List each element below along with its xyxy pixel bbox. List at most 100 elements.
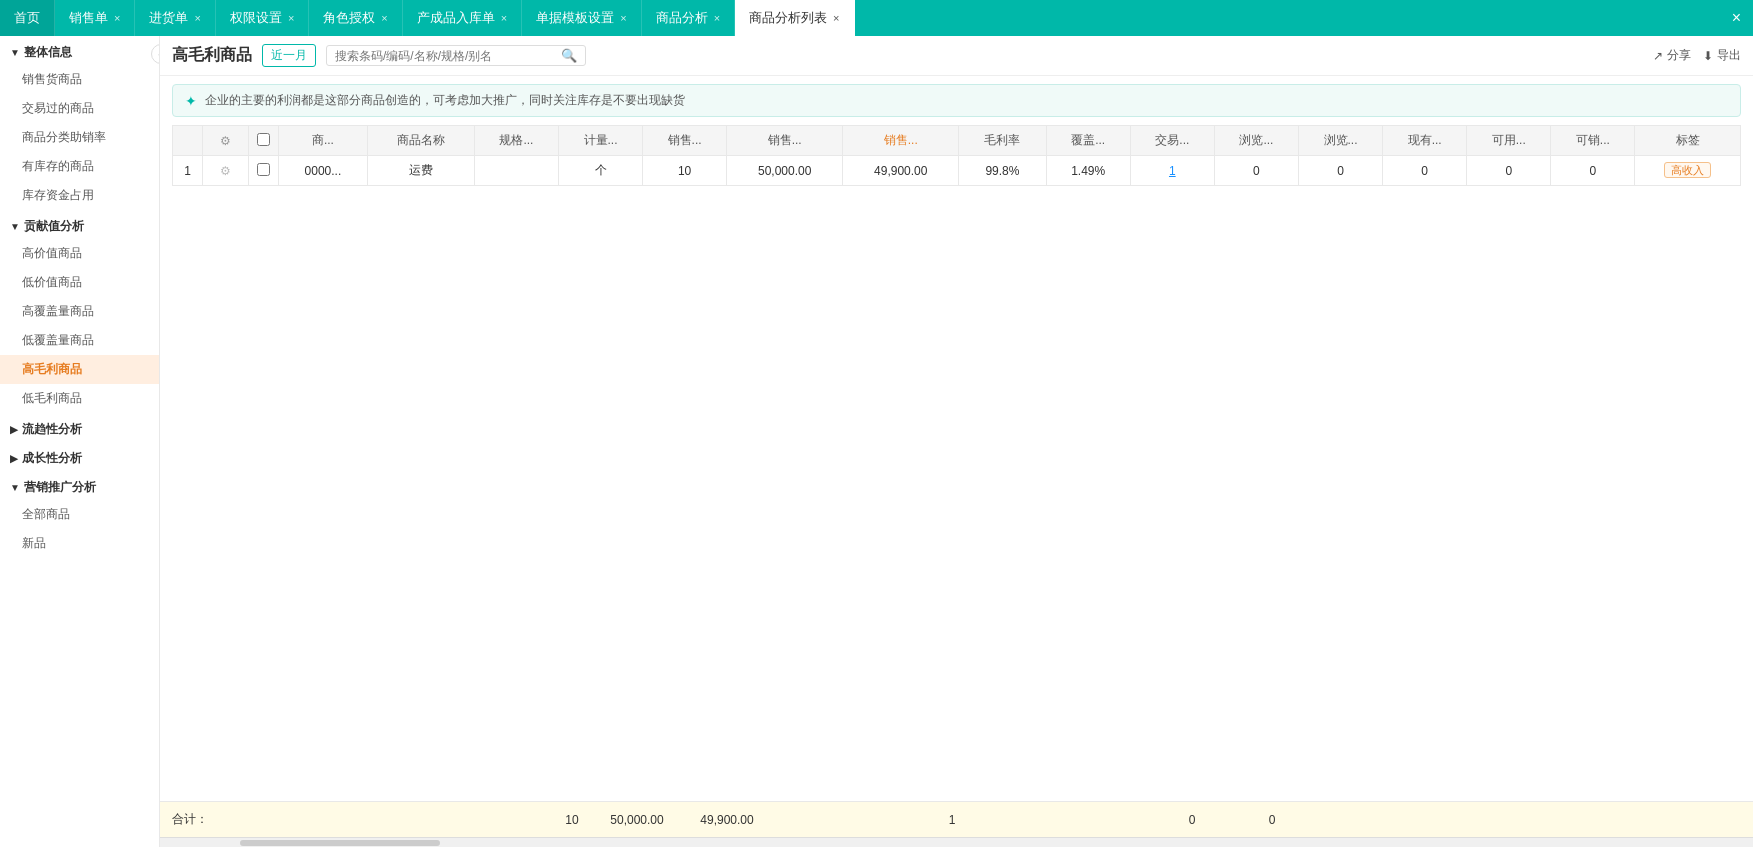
arrow-down-icon-2: ▼ bbox=[10, 221, 20, 232]
col-checkbox bbox=[249, 126, 279, 156]
nav-purchase-label: 进货单 bbox=[149, 9, 188, 27]
share-button[interactable]: ↗ 分享 bbox=[1653, 47, 1691, 64]
nav-sales-close[interactable]: × bbox=[114, 12, 120, 24]
cell-unit: 个 bbox=[558, 156, 642, 186]
col-current-header[interactable]: 现有... bbox=[1383, 126, 1467, 156]
sidebar-item-high-value[interactable]: 高价值商品 bbox=[0, 239, 159, 268]
nav-close-all-button[interactable]: × bbox=[1720, 0, 1753, 36]
sidebar-group-marketing[interactable]: ▼ 营销推广分析 bbox=[0, 471, 159, 500]
export-icon: ⬇ bbox=[1703, 49, 1713, 63]
sidebar-item-new-goods[interactable]: 新品 bbox=[0, 529, 159, 558]
cell-settings[interactable]: ⚙ bbox=[203, 156, 249, 186]
export-button[interactable]: ⬇ 导出 bbox=[1703, 47, 1741, 64]
col-settings[interactable]: ⚙ bbox=[203, 126, 249, 156]
col-sales-cost-header[interactable]: 销售... bbox=[843, 126, 959, 156]
nav-product-in-close[interactable]: × bbox=[501, 12, 507, 24]
col-browse1-header[interactable]: 浏览... bbox=[1214, 126, 1298, 156]
footer-spacer1 bbox=[772, 813, 912, 827]
sidebar-item-all-goods[interactable]: 全部商品 bbox=[0, 500, 159, 529]
nav-purchase-close[interactable]: × bbox=[194, 12, 200, 24]
nav-home-label: 首页 bbox=[14, 9, 40, 27]
col-unit-header[interactable]: 计量... bbox=[558, 126, 642, 156]
nav-analysis-label: 商品分析 bbox=[656, 9, 708, 27]
footer-sales-qty-val: 10 bbox=[552, 813, 592, 827]
cell-transaction[interactable]: 1 bbox=[1130, 156, 1214, 186]
col-available-header[interactable]: 可用... bbox=[1467, 126, 1551, 156]
sidebar-group-growth[interactable]: ▶ 成长性分析 bbox=[0, 442, 159, 471]
share-icon: ↗ bbox=[1653, 49, 1663, 63]
sidebar-item-low-value[interactable]: 低价值商品 bbox=[0, 268, 159, 297]
cell-checkbox[interactable] bbox=[249, 156, 279, 186]
col-code-header[interactable]: 商... bbox=[279, 126, 368, 156]
sidebar-group-flow[interactable]: ▶ 流趋性分析 bbox=[0, 413, 159, 442]
sidebar-item-high-coverage[interactable]: 高覆盖量商品 bbox=[0, 297, 159, 326]
sidebar-item-low-margin[interactable]: 低毛利商品 bbox=[0, 384, 159, 413]
nav-analysis[interactable]: 商品分析 × bbox=[642, 0, 735, 36]
sidebar-item-sales-goods[interactable]: 销售货商品 bbox=[0, 65, 159, 94]
col-saleable-header[interactable]: 可销... bbox=[1551, 126, 1635, 156]
sidebar-group-overall[interactable]: ▼ 整体信息 bbox=[0, 36, 159, 65]
nav-role-close[interactable]: × bbox=[381, 12, 387, 24]
nav-template-label: 单据模板设置 bbox=[536, 9, 614, 27]
footer-sales-amount-val: 50,000.00 bbox=[592, 813, 682, 827]
sidebar-item-stock-capital[interactable]: 库存资金占用 bbox=[0, 181, 159, 210]
nav-analysis-close[interactable]: × bbox=[714, 12, 720, 24]
col-coverage-header[interactable]: 覆盖... bbox=[1046, 126, 1130, 156]
row-checkbox[interactable] bbox=[257, 163, 270, 176]
sidebar-item-low-coverage[interactable]: 低覆盖量商品 bbox=[0, 326, 159, 355]
sidebar-item-high-margin[interactable]: 高毛利商品 bbox=[0, 355, 159, 384]
sidebar-item-category-sales-rate[interactable]: 商品分类助销率 bbox=[0, 123, 159, 152]
nav-product-in[interactable]: 产成品入库单 × bbox=[403, 0, 522, 36]
cell-spec bbox=[474, 156, 558, 186]
nav-permission[interactable]: 权限设置 × bbox=[216, 0, 309, 36]
nav-template[interactable]: 单据模板设置 × bbox=[522, 0, 641, 36]
sidebar-group-growth-label: 成长性分析 bbox=[22, 450, 82, 467]
sidebar-group-contribution[interactable]: ▼ 贡献值分析 bbox=[0, 210, 159, 239]
cell-current: 0 bbox=[1383, 156, 1467, 186]
top-nav: 首页 销售单 × 进货单 × 权限设置 × 角色授权 × 产成品入库单 × 单据… bbox=[0, 0, 1753, 36]
col-tag-header[interactable]: 标签 bbox=[1635, 126, 1741, 156]
footer-current-val: 0 bbox=[1152, 813, 1232, 827]
nav-product-in-label: 产成品入库单 bbox=[417, 9, 495, 27]
arrow-down-icon: ▼ bbox=[10, 47, 20, 58]
col-gross-margin-header[interactable]: 毛利率 bbox=[959, 126, 1046, 156]
footer-spacer2 bbox=[992, 813, 1072, 827]
table-row: 1⚙0000...运费个1050,000.0049,900.0099.8%1.4… bbox=[173, 156, 1741, 186]
nav-analysis-list-close[interactable]: × bbox=[833, 12, 839, 24]
col-name-header[interactable]: 商品名称 bbox=[367, 126, 474, 156]
col-sales-amount-header[interactable]: 销售... bbox=[727, 126, 843, 156]
nav-role[interactable]: 角色授权 × bbox=[309, 0, 402, 36]
nav-sales[interactable]: 销售单 × bbox=[55, 0, 135, 36]
col-spec-header[interactable]: 规格... bbox=[474, 126, 558, 156]
nav-purchase[interactable]: 进货单 × bbox=[135, 0, 215, 36]
cell-tag: 高收入 bbox=[1635, 156, 1741, 186]
info-icon: ✦ bbox=[185, 93, 197, 109]
sidebar-item-in-stock-goods[interactable]: 有库存的商品 bbox=[0, 152, 159, 181]
col-browse2-header[interactable]: 浏览... bbox=[1298, 126, 1382, 156]
footer-spacer3 bbox=[1072, 813, 1152, 827]
search-icon[interactable]: 🔍 bbox=[561, 48, 577, 63]
time-filter-button[interactable]: 近一月 bbox=[262, 44, 316, 67]
cell-saleable: 0 bbox=[1551, 156, 1635, 186]
nav-permission-close[interactable]: × bbox=[288, 12, 294, 24]
scroll-bar-thumb[interactable] bbox=[240, 840, 440, 846]
cell-browse1: 0 bbox=[1214, 156, 1298, 186]
close-all-icon: × bbox=[1732, 9, 1741, 27]
content-header: 高毛利商品 近一月 🔍 ↗ 分享 ⬇ 导出 bbox=[160, 36, 1753, 76]
footer-cells: 10 50,000.00 49,900.00 1 0 0 bbox=[252, 813, 1741, 827]
sidebar-item-traded-goods[interactable]: 交易过的商品 bbox=[0, 94, 159, 123]
table-container[interactable]: ⚙ 商... 商品名称 规格... 计量... 销售... 销售... 销售..… bbox=[160, 125, 1753, 801]
search-box: 🔍 bbox=[326, 45, 586, 66]
transaction-link[interactable]: 1 bbox=[1169, 164, 1176, 178]
share-label: 分享 bbox=[1667, 47, 1691, 64]
select-all-checkbox[interactable] bbox=[257, 133, 270, 146]
nav-home[interactable]: 首页 bbox=[0, 0, 55, 36]
col-transaction-header[interactable]: 交易... bbox=[1130, 126, 1214, 156]
nav-template-close[interactable]: × bbox=[620, 12, 626, 24]
nav-analysis-list[interactable]: 商品分析列表 × bbox=[735, 0, 854, 36]
footer-sales-cost-val: 49,900.00 bbox=[682, 813, 772, 827]
scroll-bar-area[interactable] bbox=[160, 837, 1753, 847]
col-sales-qty-header[interactable]: 销售... bbox=[643, 126, 727, 156]
nav-sales-label: 销售单 bbox=[69, 9, 108, 27]
search-input[interactable] bbox=[335, 49, 561, 63]
